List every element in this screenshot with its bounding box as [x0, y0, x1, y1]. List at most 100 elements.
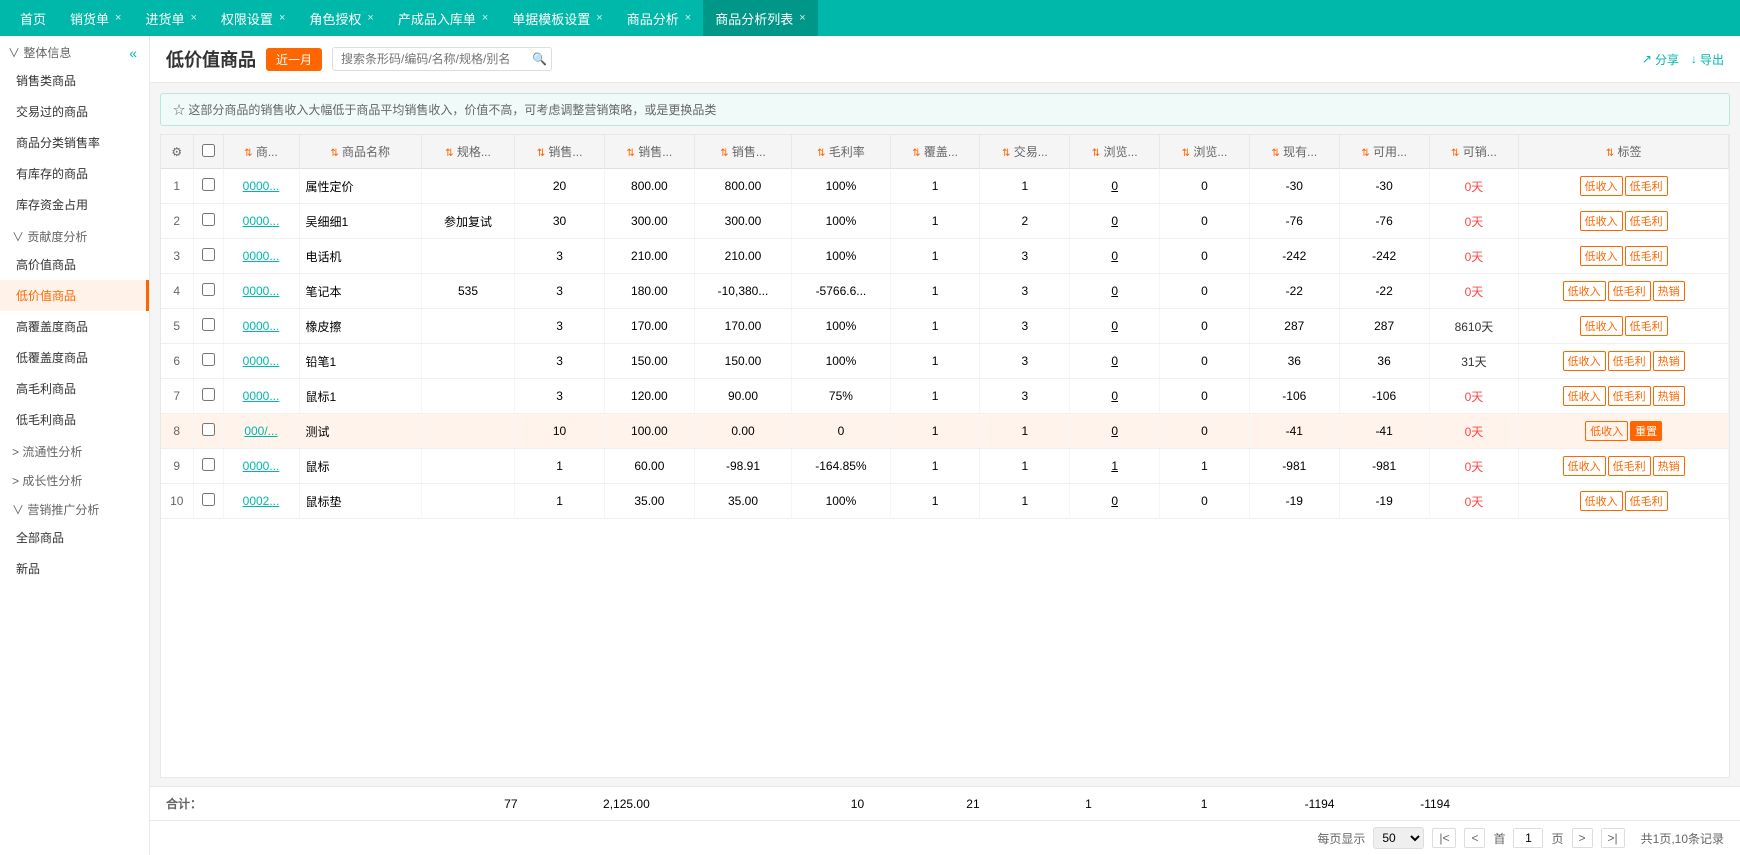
share-btn[interactable]: ↗ 分享 [1642, 51, 1679, 68]
row-tags: 低收入低毛利热销 [1519, 449, 1729, 484]
sidebar-group-growth[interactable]: > 成长性分析 [0, 464, 149, 493]
nav-product-analysis-list[interactable]: 商品分析列表 × [703, 0, 817, 36]
row-checkbox[interactable] [202, 248, 215, 261]
nav-template[interactable]: 单据模板设置 × [500, 0, 614, 36]
row-sales-amt: 100.00 [604, 414, 694, 449]
nav-role-close[interactable]: × [367, 12, 373, 24]
row-view1[interactable]: 0 [1070, 344, 1160, 379]
row-checkbox[interactable] [202, 423, 215, 436]
nav-permission-close[interactable]: × [279, 12, 285, 24]
row-sales-amt: 300.00 [604, 204, 694, 239]
search-input[interactable] [332, 47, 552, 71]
prev-page-btn[interactable]: < [1464, 828, 1485, 848]
sidebar-item-traded-goods[interactable]: 交易过的商品 [0, 96, 149, 127]
nav-product-analysis-close[interactable]: × [685, 12, 691, 24]
sidebar-item-low-margin[interactable]: 低毛利商品 [0, 404, 149, 435]
row-sales-cost: 210.00 [694, 239, 791, 274]
nav-permission[interactable]: 权限设置 × [209, 0, 297, 36]
nav-product-entry-close[interactable]: × [482, 12, 488, 24]
row-code: 0000... [223, 344, 299, 379]
sidebar-group-circulation[interactable]: > 流通性分析 [0, 435, 149, 464]
view1-link[interactable]: 0 [1111, 494, 1118, 508]
row-view2: 0 [1160, 274, 1250, 309]
row-available: -76 [1339, 204, 1429, 239]
sidebar-item-category-sales[interactable]: 商品分类销售率 [0, 127, 149, 158]
nav-sales-close[interactable]: × [115, 12, 121, 24]
row-checkbox[interactable] [202, 493, 215, 506]
view1-link[interactable]: 0 [1111, 179, 1118, 193]
row-view1[interactable]: 0 [1070, 484, 1160, 519]
view1-link[interactable]: 0 [1111, 214, 1118, 228]
sidebar-item-sales-goods[interactable]: 销售类商品 [0, 65, 149, 96]
row-gross-rate: 100% [792, 309, 890, 344]
nav-purchase[interactable]: 进货单 × [133, 0, 208, 36]
row-checkbox[interactable] [202, 318, 215, 331]
view1-link[interactable]: 0 [1111, 249, 1118, 263]
nav-template-close[interactable]: × [596, 12, 602, 24]
sidebar-item-stock-goods[interactable]: 有库存的商品 [0, 158, 149, 189]
nav-purchase-close[interactable]: × [190, 12, 196, 24]
row-view1[interactable]: 0 [1070, 239, 1160, 274]
sidebar-item-high-coverage[interactable]: 高覆盖度商品 [0, 311, 149, 342]
page-title: 低价值商品 [166, 46, 256, 72]
sidebar-item-stock-fund[interactable]: 库存资金占用 [0, 189, 149, 220]
row-view1[interactable]: 0 [1070, 204, 1160, 239]
tag-badge: 低收入 [1563, 351, 1606, 371]
row-view1[interactable]: 1 [1070, 449, 1160, 484]
row-view1[interactable]: 0 [1070, 274, 1160, 309]
row-checkbox[interactable] [202, 178, 215, 191]
col-settings[interactable]: ⚙ [161, 135, 193, 169]
sidebar-item-new-goods[interactable]: 新品 [0, 553, 149, 584]
filter-btn[interactable]: 近一月 [266, 48, 322, 71]
view1-link[interactable]: 0 [1111, 354, 1118, 368]
sidebar-item-high-value[interactable]: 高价值商品 [0, 249, 149, 280]
page-input[interactable] [1513, 828, 1543, 848]
row-view1[interactable]: 0 [1070, 309, 1160, 344]
sidebar-item-low-coverage[interactable]: 低覆盖度商品 [0, 342, 149, 373]
row-current: -22 [1249, 274, 1339, 309]
nav-sales[interactable]: 销货单 × [58, 0, 133, 36]
nav-home[interactable]: 首页 [8, 0, 58, 36]
sidebar-collapse-btn[interactable]: « [125, 45, 141, 61]
page-size-select[interactable]: 50 100 200 [1373, 827, 1424, 849]
last-page-btn[interactable]: >| [1601, 828, 1625, 848]
nav-product-analysis-list-close[interactable]: × [799, 12, 805, 24]
row-trade: 3 [980, 239, 1070, 274]
row-name: 鼠标垫 [299, 484, 421, 519]
row-name: 测试 [299, 414, 421, 449]
sidebar-item-all-goods[interactable]: 全部商品 [0, 522, 149, 553]
total-label: 合计： [166, 795, 202, 812]
row-checkbox-cell [193, 379, 223, 414]
view1-link[interactable]: 0 [1111, 284, 1118, 298]
search-icon[interactable]: 🔍 [532, 52, 547, 66]
nav-role[interactable]: 角色授权 × [297, 0, 385, 36]
row-trade: 1 [980, 449, 1070, 484]
row-checkbox[interactable] [202, 458, 215, 471]
sidebar-item-low-value[interactable]: 低价值商品 [0, 280, 149, 311]
row-checkbox[interactable] [202, 353, 215, 366]
row-checkbox[interactable] [202, 213, 215, 226]
row-checkbox[interactable] [202, 283, 215, 296]
sidebar-item-high-margin[interactable]: 高毛利商品 [0, 373, 149, 404]
nav-product-entry[interactable]: 产成品入库单 × [386, 0, 500, 36]
view1-link[interactable]: 1 [1111, 459, 1118, 473]
select-all-checkbox[interactable] [202, 144, 215, 157]
row-checkbox[interactable] [202, 388, 215, 401]
view1-link[interactable]: 0 [1111, 424, 1118, 438]
row-view1[interactable]: 0 [1070, 379, 1160, 414]
row-checkbox-cell [193, 169, 223, 204]
view1-link[interactable]: 0 [1111, 389, 1118, 403]
row-sales-cost: 300.00 [694, 204, 791, 239]
row-view1[interactable]: 0 [1070, 414, 1160, 449]
row-view2: 0 [1160, 379, 1250, 414]
sellable-value: 0天 [1465, 180, 1484, 194]
tag-badge: 低毛利 [1625, 176, 1668, 196]
next-page-btn[interactable]: > [1572, 828, 1593, 848]
row-trade: 3 [980, 379, 1070, 414]
export-btn[interactable]: ↓ 导出 [1691, 51, 1724, 68]
first-page-btn[interactable]: |< [1432, 828, 1456, 848]
nav-product-analysis[interactable]: 商品分析 × [615, 0, 703, 36]
row-view1[interactable]: 0 [1070, 169, 1160, 204]
row-spec [421, 484, 514, 519]
view1-link[interactable]: 0 [1111, 319, 1118, 333]
